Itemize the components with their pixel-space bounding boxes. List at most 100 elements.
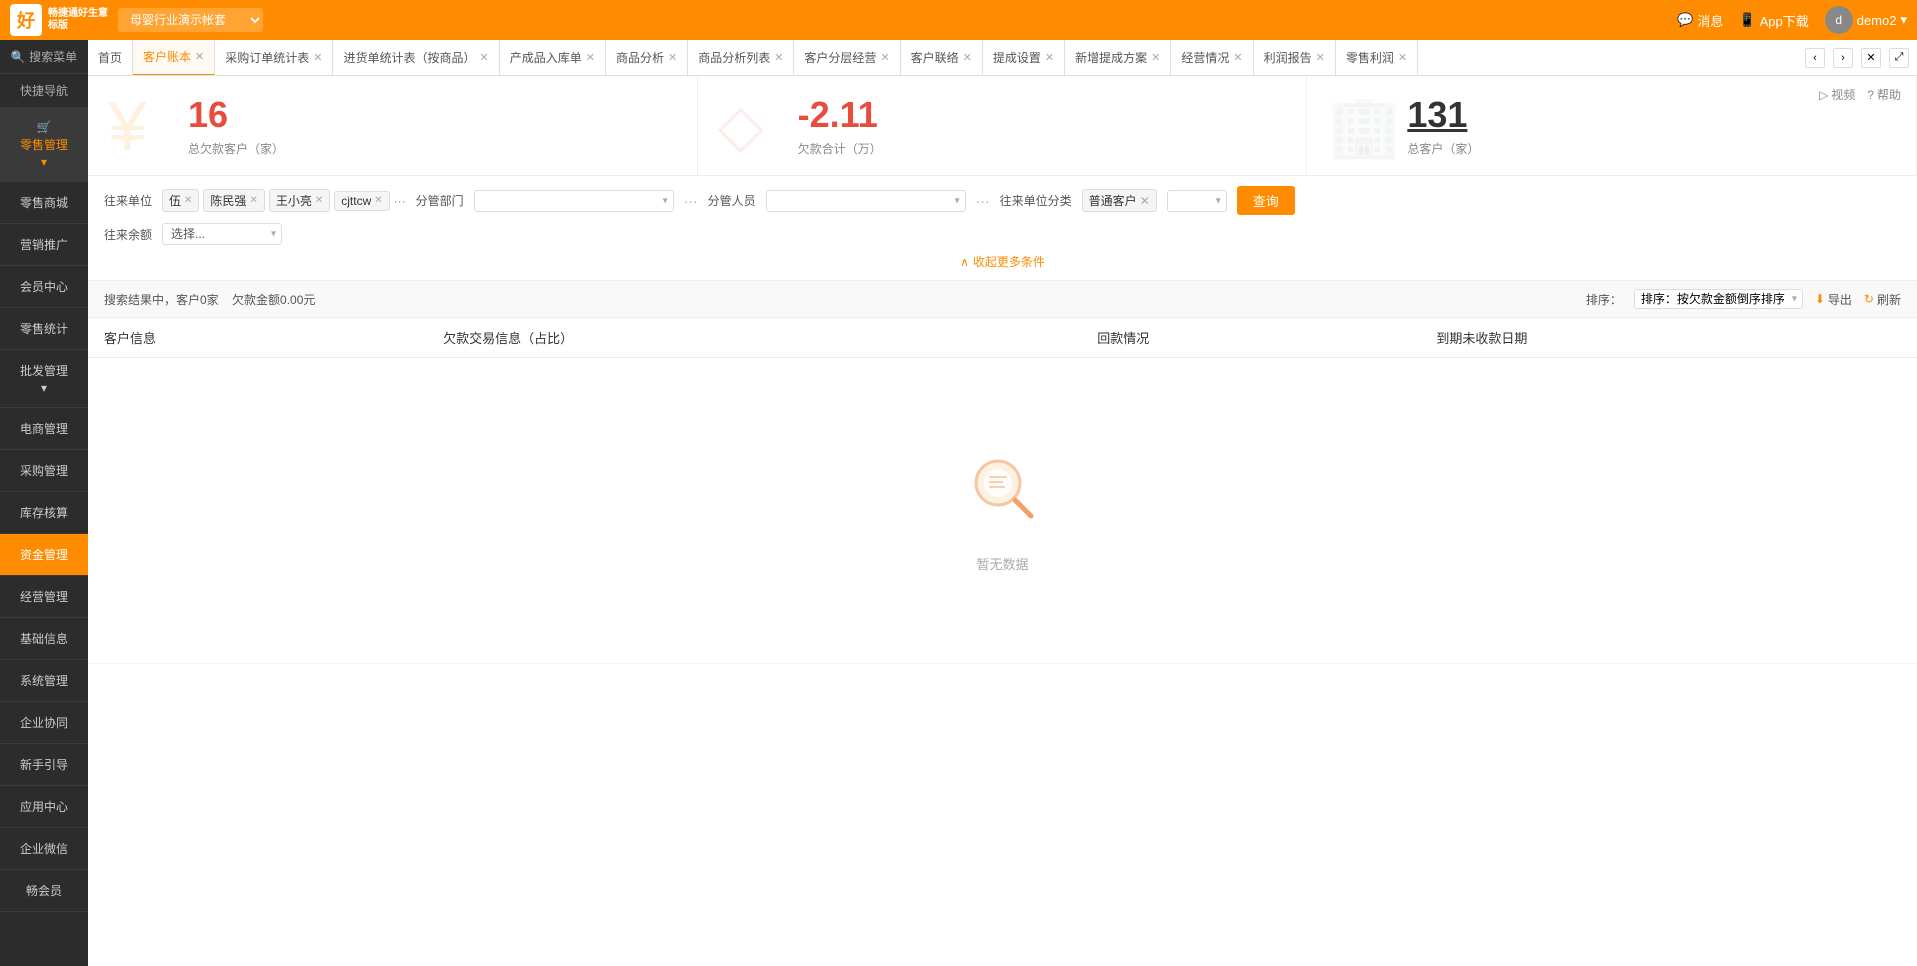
person-filter-more[interactable]: ··· — [976, 193, 990, 209]
collapse-btn[interactable]: ∧ 收起更多条件 — [960, 253, 1045, 270]
sidebar-item-retail-mall[interactable]: 零售商城 — [0, 182, 88, 224]
sidebar-item-retail-mgmt[interactable]: 🛒 零售管理 ▾ — [0, 108, 88, 182]
stat-value-debt: -2.11 — [798, 94, 882, 136]
close-icon[interactable]: ✕ — [313, 51, 322, 64]
tab-bar: 首页 客户账本 ✕ 采购订单统计表 ✕ 进货单统计表（按商品） ✕ 产成品入库单… — [88, 40, 1917, 76]
category-select[interactable] — [1167, 190, 1227, 212]
tab-goods-analysis-list[interactable]: 商品分析列表 ✕ — [688, 40, 794, 76]
filter-tag-3: cjttcw ✕ — [334, 191, 389, 211]
tab-prev-btn[interactable]: ‹ — [1805, 48, 1825, 68]
close-icon[interactable]: ✕ — [880, 51, 889, 64]
refresh-btn[interactable]: ↻ 刷新 — [1864, 291, 1901, 308]
sidebar-search[interactable]: 🔍 搜索菜单 — [0, 40, 88, 74]
balance-select[interactable]: 选择... — [162, 223, 282, 245]
tab-profit-report[interactable]: 利润报告 ✕ — [1254, 40, 1336, 76]
remove-tag-0[interactable]: ✕ — [184, 195, 192, 206]
refresh-icon: ↻ — [1864, 292, 1874, 306]
close-icon[interactable]: ✕ — [1398, 51, 1407, 64]
sidebar-item-operations[interactable]: 经营管理 — [0, 576, 88, 618]
close-icon[interactable]: ✕ — [480, 51, 489, 64]
close-icon[interactable]: ✕ — [774, 51, 783, 64]
tab-next-btn[interactable]: › — [1833, 48, 1853, 68]
close-icon[interactable]: ✕ — [1045, 51, 1054, 64]
close-icon[interactable]: ✕ — [1233, 51, 1242, 64]
query-button[interactable]: 查询 — [1237, 186, 1295, 215]
sidebar-item-icon: 🛒 — [37, 120, 52, 134]
sidebar-item-marketing[interactable]: 营销推广 — [0, 224, 88, 266]
sidebar-item-system[interactable]: 系统管理 — [0, 660, 88, 702]
export-icon: ⬇ — [1815, 292, 1825, 306]
category-tags: 普通客户 ✕ — [1082, 189, 1157, 212]
close-icon[interactable]: ✕ — [586, 51, 595, 64]
tab-retail-profit[interactable]: 零售利润 ✕ — [1336, 40, 1418, 76]
help-area: ▷ 视频 ? 帮助 — [1819, 86, 1901, 103]
person-input[interactable] — [766, 190, 966, 212]
empty-state: 暂无数据 — [104, 368, 1901, 653]
tab-purchase-order[interactable]: 采购订单统计表 ✕ — [215, 40, 333, 76]
sidebar-item-wholesale[interactable]: 批发管理 ▾ — [0, 350, 88, 408]
tab-new-commission[interactable]: 新增提成方案 ✕ — [1065, 40, 1171, 76]
tab-customer-account[interactable]: 客户账本 ✕ — [133, 40, 215, 76]
messages-btn[interactable]: 💬 消息 — [1677, 11, 1723, 30]
sidebar-item-app-center[interactable]: 应用中心 — [0, 786, 88, 828]
help-btn[interactable]: ? 帮助 — [1867, 86, 1901, 103]
collapse-wrap: ∧ 收起更多条件 — [104, 253, 1901, 270]
main-area: 🔍 搜索菜单 快捷导航 🛒 零售管理 ▾ 零售商城 营销推广 会员中心 零售统计 — [0, 40, 1917, 966]
sidebar-item-ecommerce[interactable]: 电商管理 — [0, 408, 88, 450]
sidebar-item-vip[interactable]: 畅会员 — [0, 870, 88, 912]
remove-cat-tag-0[interactable]: ✕ — [1140, 194, 1150, 208]
person-filter-label: 分管人员 — [708, 192, 756, 209]
avatar: d — [1825, 6, 1853, 34]
tab-close-all-btn[interactable]: ✕ — [1861, 48, 1881, 68]
tab-customer-contact[interactable]: 客户联络 ✕ — [901, 40, 983, 76]
results-right: 排序： 排序：按欠款金额倒序排序 ⬇ 导出 ↻ 刷新 — [1586, 289, 1901, 309]
filter-more-btn[interactable]: ··· — [394, 194, 406, 208]
remove-tag-3[interactable]: ✕ — [374, 195, 382, 206]
close-icon[interactable]: ✕ — [668, 51, 677, 64]
close-icon[interactable]: ✕ — [1151, 51, 1160, 64]
tab-product-storage[interactable]: 产成品入库单 ✕ — [500, 40, 606, 76]
sidebar-item-wechat[interactable]: 企业微信 — [0, 828, 88, 870]
filter-tag-1: 陈民强 ✕ — [203, 189, 264, 212]
sidebar-quick-nav[interactable]: 快捷导航 — [0, 74, 88, 108]
dept-input[interactable] — [474, 190, 674, 212]
tab-commission-settings[interactable]: 提成设置 ✕ — [983, 40, 1065, 76]
tab-goods-stats[interactable]: 进货单统计表（按商品） ✕ — [333, 40, 499, 76]
close-icon[interactable]: ✕ — [1316, 51, 1325, 64]
filter-row-2: 往来余额 选择... — [104, 223, 1901, 245]
chevron-down-icon: ▾ — [1900, 12, 1907, 28]
export-btn[interactable]: ⬇ 导出 — [1815, 291, 1852, 308]
tab-goods-analysis[interactable]: 商品分析 ✕ — [606, 40, 688, 76]
remove-tag-2[interactable]: ✕ — [315, 195, 323, 206]
chevron-icon: ▾ — [41, 155, 47, 169]
sort-select[interactable]: 排序：按欠款金额倒序排序 — [1634, 289, 1803, 309]
user-area[interactable]: d demo2 ▾ — [1825, 6, 1907, 34]
sidebar-item-guide[interactable]: 新手引导 — [0, 744, 88, 786]
dept-filter-label: 分管部门 — [416, 192, 464, 209]
store-selector[interactable]: 母婴行业演示帐套 — [118, 8, 263, 32]
dept-select-wrap — [474, 190, 674, 212]
unit-filter-label: 往来单位 — [104, 192, 152, 209]
close-icon[interactable]: ✕ — [963, 51, 972, 64]
sidebar-item-inventory[interactable]: 库存核算 — [0, 492, 88, 534]
dept-filter-more[interactable]: ··· — [684, 193, 698, 209]
sidebar-item-basic-info[interactable]: 基础信息 — [0, 618, 88, 660]
sidebar-item-member[interactable]: 会员中心 — [0, 266, 88, 308]
tab-maximize-btn[interactable]: ⤢ — [1889, 48, 1909, 68]
remove-tag-1[interactable]: ✕ — [249, 195, 257, 206]
message-icon: 💬 — [1677, 12, 1693, 28]
results-bar: 搜索结果中，客户0家 欠款金额0.00元 排序： 排序：按欠款金额倒序排序 ⬇ — [88, 281, 1917, 318]
tab-operations[interactable]: 经营情况 ✕ — [1171, 40, 1253, 76]
sidebar-item-purchase[interactable]: 采购管理 — [0, 450, 88, 492]
sidebar-item-retail-stats[interactable]: 零售统计 — [0, 308, 88, 350]
app-download-btn[interactable]: 📱 App下载 — [1739, 11, 1808, 30]
tab-customer-layer[interactable]: 客户分层经营 ✕ — [794, 40, 900, 76]
video-help-btn[interactable]: ▷ 视频 — [1819, 86, 1855, 103]
sidebar-item-finance[interactable]: 资金管理 — [0, 534, 88, 576]
close-icon[interactable]: ✕ — [195, 50, 204, 63]
tab-home[interactable]: 首页 — [88, 40, 133, 76]
category-select-wrap[interactable] — [1167, 190, 1227, 212]
filter-tag-0: 伍 ✕ — [162, 189, 199, 212]
sidebar-item-enterprise[interactable]: 企业协同 — [0, 702, 88, 744]
col-payment: 回款情况 — [1081, 318, 1420, 358]
